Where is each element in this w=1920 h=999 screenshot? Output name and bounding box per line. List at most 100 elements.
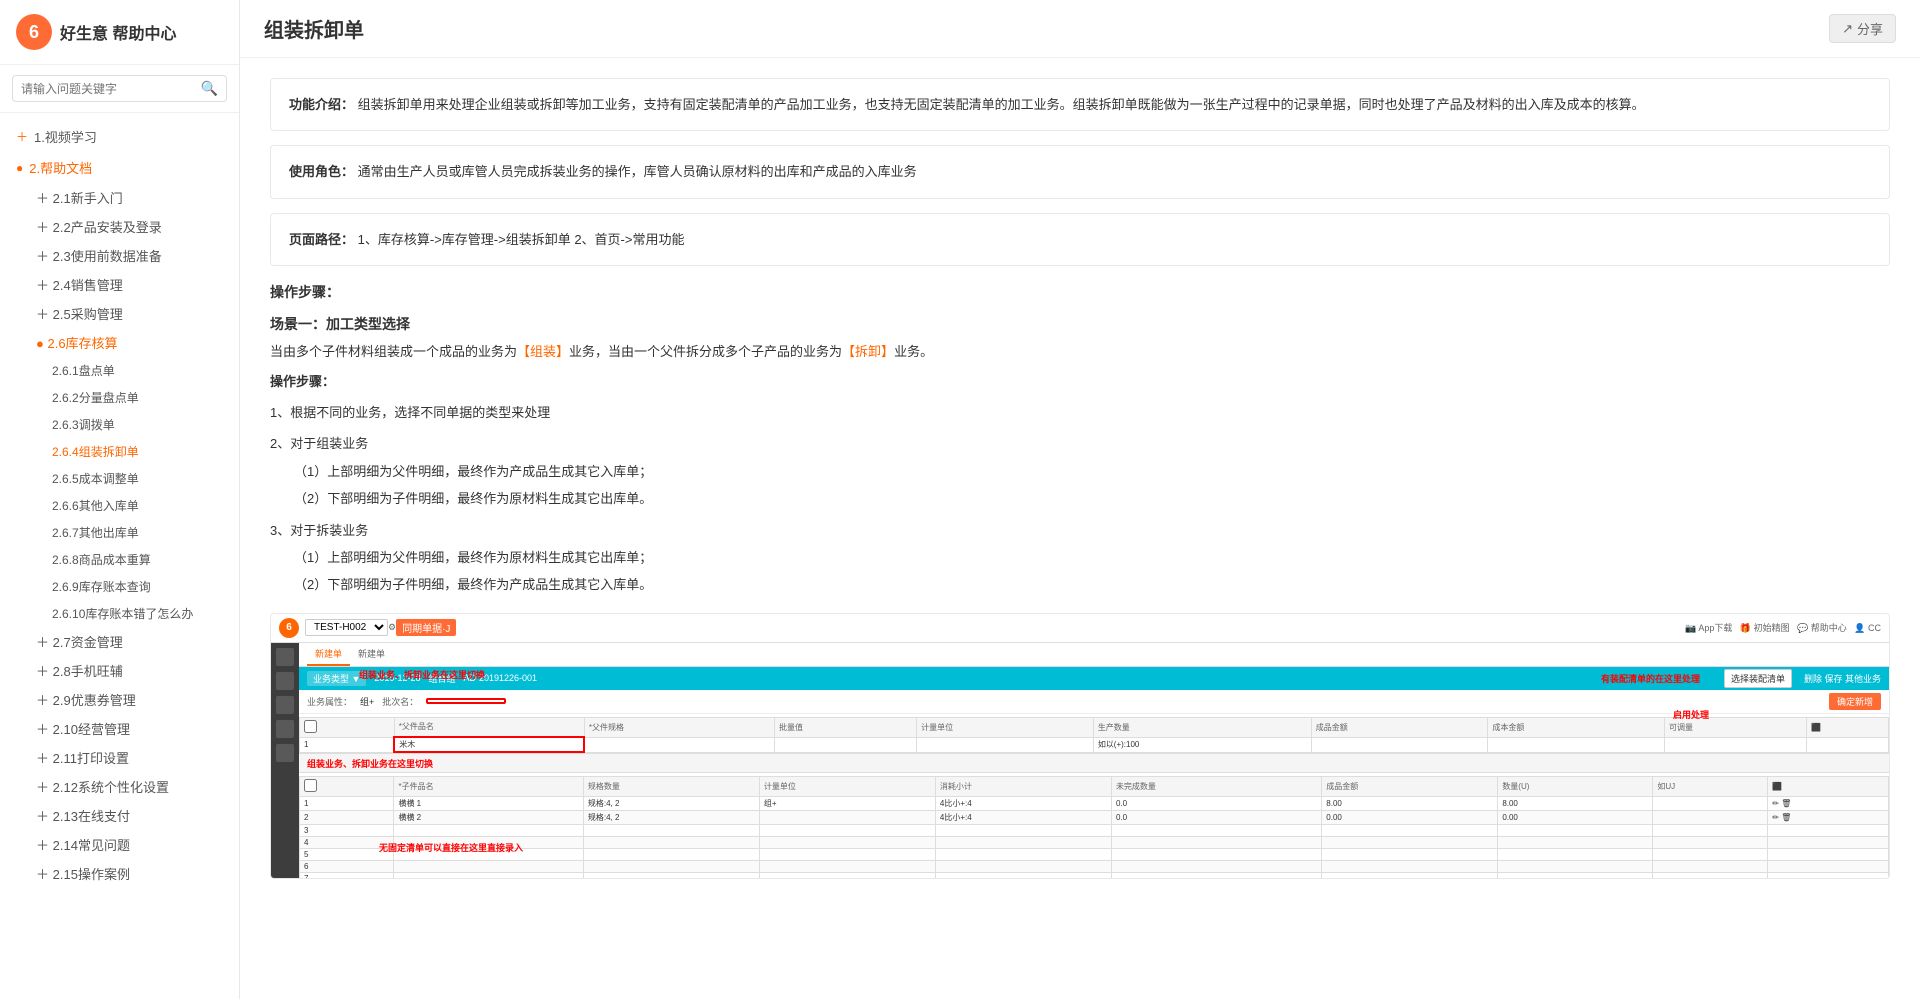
search-box[interactable]: 🔍 (12, 75, 227, 102)
sidebar-item-2-6-8[interactable]: 2.6.8商品成本重算 (0, 546, 239, 573)
group-link: 【组装】 (517, 344, 569, 359)
plus-icon: ＋ (36, 278, 49, 293)
sidebar-item-2-14[interactable]: ＋ 2.14常见问题 (0, 830, 239, 859)
sidebar-item-2-6-10[interactable]: 2.6.10库存账本错了怎么办 (0, 600, 239, 627)
scenario1-desc: 当由多个子件材料组装成一个成品的业务为【组装】业务，当由一个父件拆分成多个子产品… (270, 340, 1890, 363)
sim-divider-bar: 组装业务、拆卸业务在这里切换 (299, 753, 1889, 773)
sim-col-action: ⬛ (1807, 717, 1889, 737)
sim-form-val1: 组+ (360, 695, 374, 708)
table-row: 1 米木 如以(+):100 (300, 737, 1889, 752)
sidebar-item-2-11[interactable]: ＋ 2.11打印设置 (0, 743, 239, 772)
feature-intro-text: 组装拆卸单用来处理企业组装或拆卸等加工业务，支持有固定装配清单的产品加工业务，也… (358, 97, 1645, 112)
sim-col-prod-amt: 成品金额 (1311, 717, 1488, 737)
sidebar-item-2-8[interactable]: ＋ 2.8手机旺辅 (0, 656, 239, 685)
plus-icon: ＋ (36, 780, 49, 795)
main-header: 组装拆卸单 ↗ 分享 (240, 0, 1920, 58)
sim-bottom-table: *子件品名 规格数量 计量单位 消耗小计 未完成数量 成品金额 数量(U) 如U… (299, 776, 1889, 878)
sidebar-item-2-6-6[interactable]: 2.6.6其他入库单 (0, 492, 239, 519)
sidebar-item-2-4[interactable]: ＋ 2.4销售管理 (0, 270, 239, 299)
sim-topbar: 6 TEST-H002 ⚙ 同期单据·J 📷 App下载 🎁 初始精图 💬 帮助… (271, 614, 1889, 643)
sim-row-batchval (775, 737, 917, 752)
plus-icon: ＋ (36, 191, 49, 206)
sim-bot-col-action: 如UJ (1653, 777, 1768, 797)
steps-label: 操作步骤： (270, 370, 1890, 393)
sidebar-item-2-12[interactable]: ＋ 2.12系统个性化设置 (0, 772, 239, 801)
sim-sidebar-icon5 (276, 744, 294, 762)
sidebar-item-2-5[interactable]: ＋ 2.5采购管理 (0, 299, 239, 328)
dismantle-link: 【拆卸】 (842, 344, 894, 359)
sim-col-parent-spec: *父件规格 (584, 717, 774, 737)
path-label: 页面路径： (289, 232, 354, 247)
plus-icon: ＋ (36, 867, 49, 882)
table-row: 6 (300, 861, 1889, 873)
sim-row-costamt (1488, 737, 1665, 752)
sim-screen: 6 TEST-H002 ⚙ 同期单据·J 📷 App下载 🎁 初始精图 💬 帮助… (271, 614, 1889, 878)
sidebar-item-2-6[interactable]: ● 2.6库存核算 (0, 328, 239, 357)
sim-inner-sidebar (271, 643, 299, 878)
sim-bot-col-act2: ⬛ (1768, 777, 1889, 797)
table-row: 3 (300, 825, 1889, 837)
search-icon[interactable]: 🔍 (201, 80, 218, 97)
sim-business-type-select[interactable]: 业务类型 ▼ (307, 671, 366, 686)
plus-icon: ＋ (36, 751, 49, 766)
sidebar-item-2-6-5[interactable]: 2.6.5成本调整单 (0, 465, 239, 492)
step2: 2、对于组装业务 (270, 432, 1890, 455)
sim-batch-input[interactable] (426, 698, 506, 704)
sidebar-item-2-3[interactable]: ＋ 2.3使用前数据准备 (0, 241, 239, 270)
plus-icon: ＋ (36, 809, 49, 824)
sim-row-pname: 米木 (394, 737, 584, 752)
plus-icon: ＋ (36, 693, 49, 708)
sim-batch-confirm-btn[interactable]: 确定新增 (1829, 693, 1881, 710)
sim-tab-new1[interactable]: 新建单 (307, 643, 350, 666)
sidebar-item-2-13[interactable]: ＋ 2.13在线支付 (0, 801, 239, 830)
nav-list: ＋ 1.视频学习 ● 2.帮助文档 ＋ 2.1新手入门 ＋ 2.2产品安装及登录… (0, 113, 239, 999)
sidebar-item-2-6-3[interactable]: 2.6.3调拨单 (0, 411, 239, 438)
sim-form-label2: 批次名： (382, 695, 418, 708)
search-input[interactable] (21, 82, 201, 96)
sim-bot-col-name: *子件品名 (394, 777, 583, 797)
sidebar-item-help-docs[interactable]: ● 2.帮助文档 (0, 152, 239, 183)
minus-icon: ● (36, 336, 44, 351)
sim-select-all[interactable] (304, 720, 317, 733)
share-button[interactable]: ↗ 分享 (1829, 14, 1896, 43)
sidebar-item-video-learning[interactable]: ＋ 1.视频学习 (0, 121, 239, 152)
sidebar-item-2-6-2[interactable]: 2.6.2分量盘点单 (0, 384, 239, 411)
sidebar-item-2-6-9[interactable]: 2.6.9库存账本查询 (0, 573, 239, 600)
step3-1: （1）上部明细为父件明细，最终作为原材料生成其它出库单； (294, 546, 1890, 569)
sim-tab-new2[interactable]: 新建单 (350, 643, 393, 666)
sim-row-prodqty: 如以(+):100 (1093, 737, 1311, 752)
sidebar-item-2-15[interactable]: ＋ 2.15操作案例 (0, 859, 239, 888)
sim-sidebar-icon4 (276, 720, 294, 738)
sim-logo-icon: 6 (279, 618, 299, 638)
table-row: 1 横横 1 规格:4, 2 组+ 4比小+:4 0.0 8.00 8.00 (300, 797, 1889, 811)
sim-bot-col-costamt: 数量(U) (1498, 777, 1653, 797)
sidebar-item-2-2[interactable]: ＋ 2.2产品安装及登录 (0, 212, 239, 241)
sim-row-pspec (584, 737, 774, 752)
sidebar-item-2-6-4[interactable]: 2.6.4组装拆卸单 (0, 438, 239, 465)
main-area: 组装拆卸单 ↗ 分享 功能介绍： 组装拆卸单用来处理企业组装或拆卸等加工业务，支… (240, 0, 1920, 999)
sidebar-item-2-6-7[interactable]: 2.6.7其他出库单 (0, 519, 239, 546)
sim-col-checkbox (300, 717, 395, 737)
sim-col-batch-val: 批量值 (775, 717, 917, 737)
sim-select-bom-btn[interactable]: 选择装配清单 (1724, 669, 1792, 688)
sim-bot-col-spec: 规格数量 (583, 777, 759, 797)
plus-icon: ＋ (36, 838, 49, 853)
sim-topbar-btn[interactable]: 同期单据·J (396, 619, 456, 636)
sim-topbar-select[interactable]: TEST-H002 (305, 619, 388, 636)
sidebar-item-2-1[interactable]: ＋ 2.1新手入门 (0, 183, 239, 212)
sidebar-item-2-7[interactable]: ＋ 2.7资金管理 (0, 627, 239, 656)
sim-bot-col-qty: 计量单位 (759, 777, 935, 797)
sidebar-item-2-9[interactable]: ＋ 2.9优惠券管理 (0, 685, 239, 714)
sidebar-item-2-6-1[interactable]: 2.6.1盘点单 (0, 357, 239, 384)
logo-area: 6 好生意 帮助中心 (0, 0, 239, 65)
sim-sidebar-icon2 (276, 672, 294, 690)
screenshot-container: 6 TEST-H002 ⚙ 同期单据·J 📷 App下载 🎁 初始精图 💬 帮助… (270, 613, 1890, 879)
minus-icon: ● (16, 161, 23, 175)
sim-topbar-right: 📷 App下载 🎁 初始精图 💬 帮助中心 👤 CC (1685, 621, 1881, 634)
sim-col-cost-amt: 成本金额 (1488, 717, 1665, 737)
sim-col-parent-name: *父件品名 (394, 717, 584, 737)
sidebar-item-2-10[interactable]: ＋ 2.10经营管理 (0, 714, 239, 743)
sim-bot-select-all[interactable] (304, 779, 317, 792)
sim-bot-col-subtotal: 消耗小计 (935, 777, 1111, 797)
plus-icon: ＋ (36, 307, 49, 322)
